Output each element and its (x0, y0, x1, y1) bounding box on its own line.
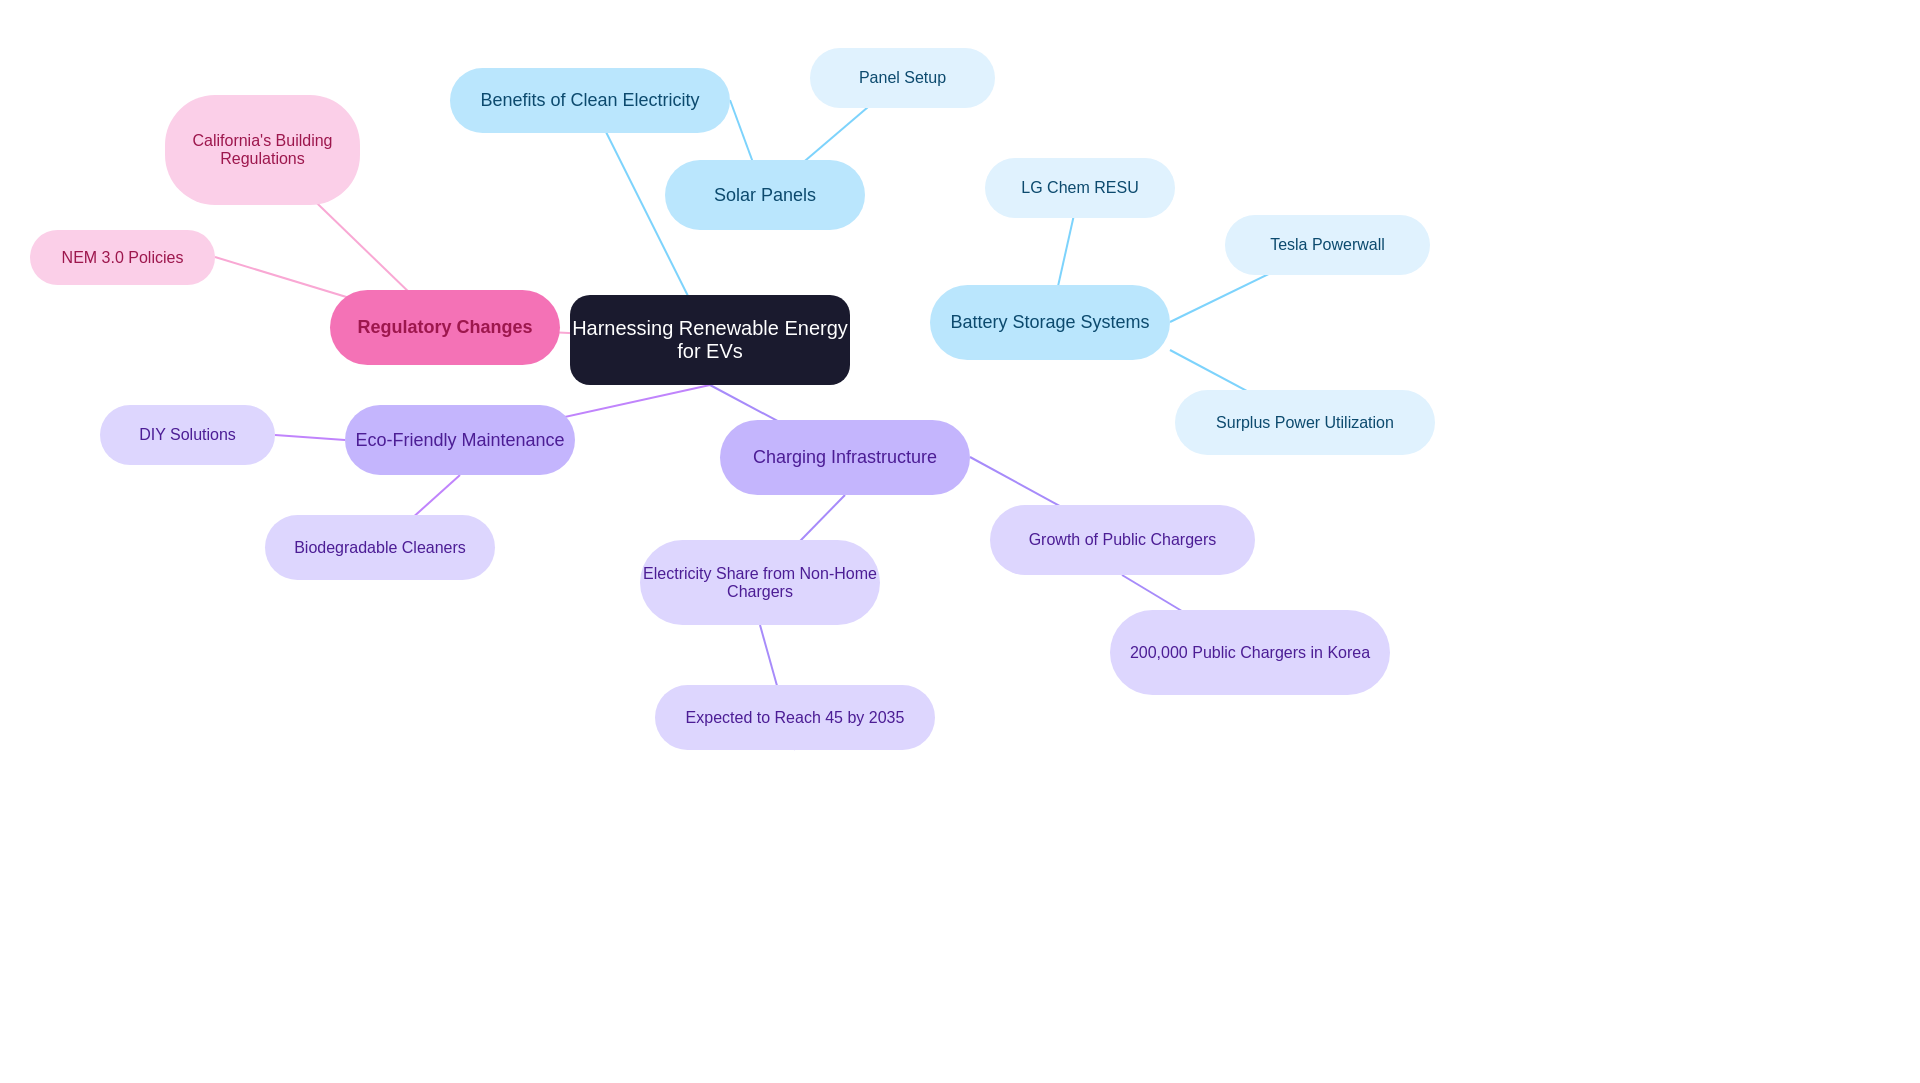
regulatory-changes-node[interactable]: Regulatory Changes (330, 290, 560, 365)
biodegradable-node[interactable]: Biodegradable Cleaners (265, 515, 495, 580)
eco-friendly-node[interactable]: Eco-Friendly Maintenance (345, 405, 575, 475)
expected-reach-node[interactable]: Expected to Reach 45 by 2035 (655, 685, 935, 750)
charging-infrastructure-node[interactable]: Charging Infrastructure (720, 420, 970, 495)
ca-building-node[interactable]: California's Building Regulations (165, 95, 360, 205)
nem-policies-node[interactable]: NEM 3.0 Policies (30, 230, 215, 285)
center-node: Harnessing Renewable Energy for EVs (570, 295, 850, 385)
growth-chargers-node[interactable]: Growth of Public Chargers (990, 505, 1255, 575)
solar-panels-node[interactable]: Solar Panels (665, 160, 865, 230)
svg-line-16 (275, 435, 345, 440)
panel-setup-node[interactable]: Panel Setup (810, 48, 995, 108)
lg-chem-node[interactable]: LG Chem RESU (985, 158, 1175, 218)
battery-storage-node[interactable]: Battery Storage Systems (930, 285, 1170, 360)
tesla-powerwall-node[interactable]: Tesla Powerwall (1225, 215, 1430, 275)
diy-solutions-node[interactable]: DIY Solutions (100, 405, 275, 465)
200k-chargers-node[interactable]: 200,000 Public Chargers in Korea (1110, 610, 1390, 695)
electricity-share-node[interactable]: Electricity Share from Non-Home Chargers (640, 540, 880, 625)
benefits-node[interactable]: Benefits of Clean Electricity (450, 68, 730, 133)
surplus-power-node[interactable]: Surplus Power Utilization (1175, 390, 1435, 455)
